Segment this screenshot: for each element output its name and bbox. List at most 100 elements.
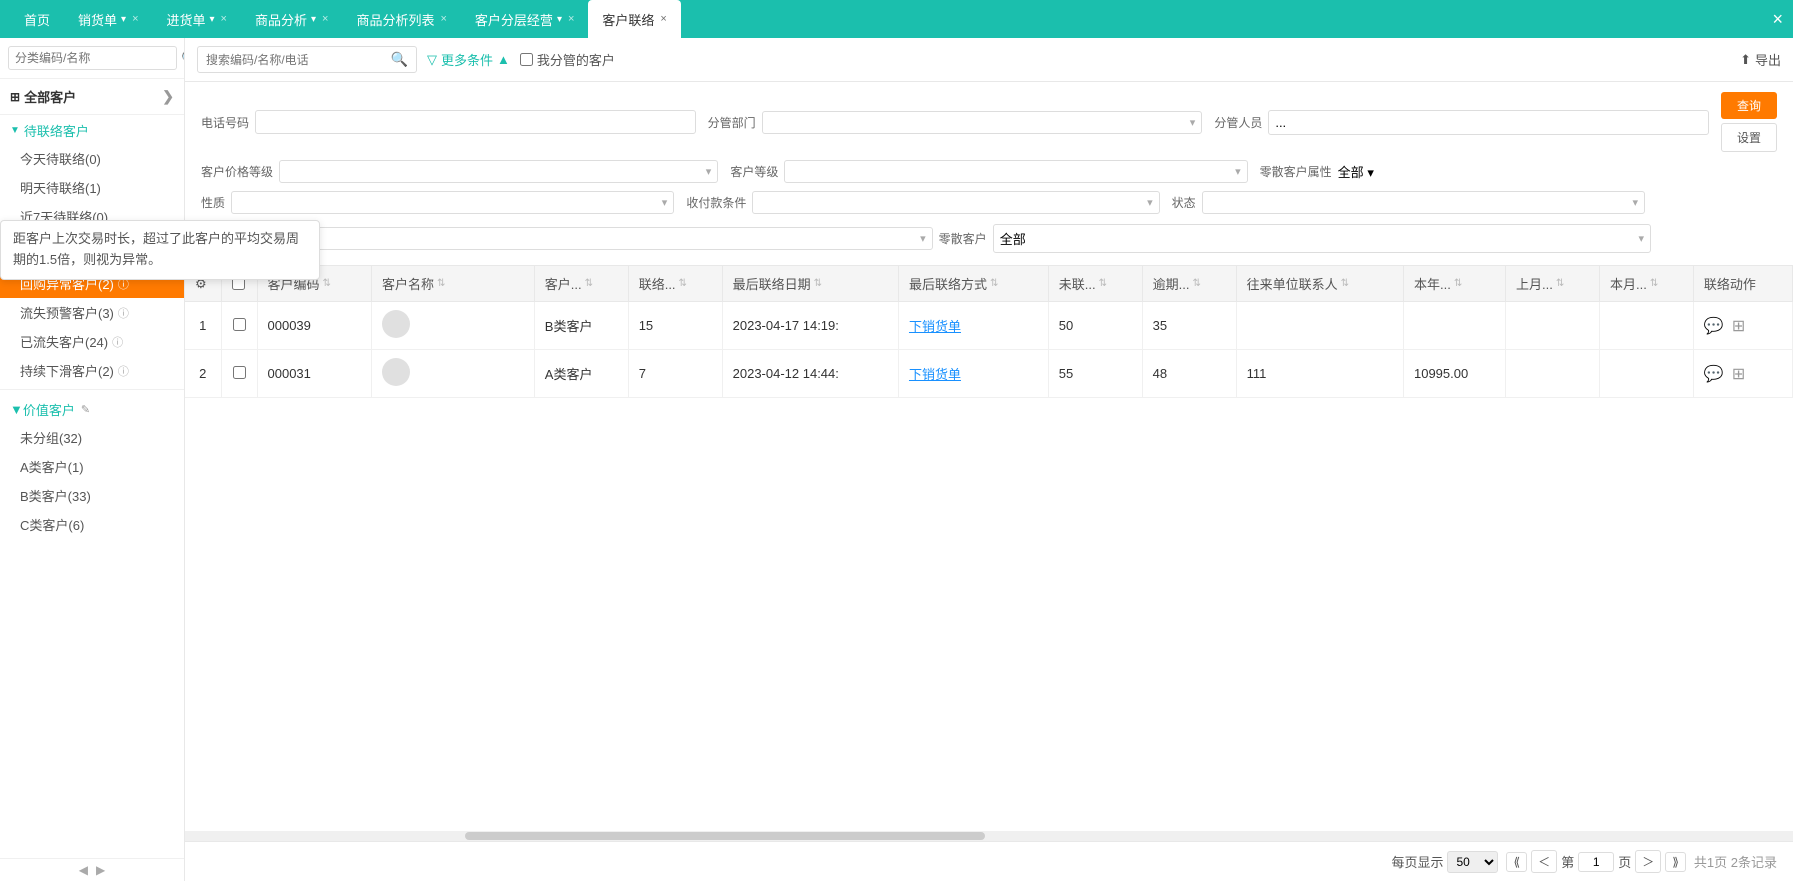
retail-attr-select[interactable]: 全部 ▾ (1338, 162, 1374, 181)
td-no: 2 (185, 350, 221, 398)
nav-close-customer-tier[interactable]: × (568, 13, 574, 25)
sidebar-item-tomorrow-label: 明天待联络(1) (20, 178, 101, 197)
sidebar-item-class-c[interactable]: C类客户(6) (0, 510, 184, 539)
per-page-section: 每页显示 20 50 100 200 (1391, 851, 1498, 873)
more-conditions-button[interactable]: ▽ 更多条件 ▲ (427, 50, 510, 69)
next-page-button[interactable]: ＞ (1635, 850, 1661, 873)
row-checkbox[interactable] (233, 318, 246, 331)
export-button[interactable]: ⬆ 导出 (1740, 50, 1781, 69)
sort-icon-this-month: ⇅ (1650, 278, 1658, 289)
chat-icon[interactable]: 💬 (1704, 364, 1724, 384)
sidebar-item-class-b-label: B类客户(33) (20, 486, 91, 505)
sidebar-item-ungrouped[interactable]: 未分组(32) (0, 423, 184, 452)
td-last-method: 下销货单 (898, 350, 1048, 398)
customer-tier-select[interactable]: ▾ (784, 160, 1247, 183)
phone-input[interactable] (255, 110, 696, 134)
sidebar-item-class-a[interactable]: A类客户(1) (0, 452, 184, 481)
th-name[interactable]: 客户名称 ⇅ (372, 266, 535, 302)
sidebar-item-class-b[interactable]: B类客户(33) (0, 481, 184, 510)
th-this-year[interactable]: 本年... ⇅ (1403, 266, 1505, 302)
payment-select[interactable]: ▾ (752, 191, 1159, 214)
dept-select[interactable]: ▾ (762, 111, 1203, 134)
page-number-input[interactable] (1578, 852, 1614, 872)
collapse-icon[interactable]: ❯ (162, 88, 174, 105)
nav-item-customer-contact[interactable]: 客户联络 × (588, 0, 680, 38)
sidebar-item-today[interactable]: 今天待联络(0) (0, 144, 184, 173)
nav-close-analysis-list[interactable]: × (440, 13, 446, 25)
th-this-month-label: 本月... (1610, 274, 1647, 293)
nature-arrow: ▾ (662, 196, 668, 209)
sidebar-item-loss-warning[interactable]: 流失预警客户(3) ⓘ (0, 298, 184, 327)
export-label: 导出 (1755, 50, 1781, 69)
td-last-method: 下销货单 (898, 302, 1048, 350)
th-last-method[interactable]: 最后联络方式 ⇅ (898, 266, 1048, 302)
sidebar-left-arrow[interactable]: ◀ (79, 863, 88, 877)
scrollbar-thumb[interactable] (465, 832, 985, 840)
nav-item-sales[interactable]: 销货单 ▾ × (64, 0, 152, 38)
last-method-link[interactable]: 下销货单 (909, 367, 961, 382)
nav-item-analysis-list[interactable]: 商品分析列表 × (342, 0, 460, 38)
th-last-month[interactable]: 上月... ⇅ (1506, 266, 1600, 302)
per-page-select[interactable]: 20 50 100 200 (1447, 851, 1498, 873)
customer-tier-label: 客户等级 (730, 163, 778, 180)
prev-page-button[interactable]: ＜ (1531, 850, 1557, 873)
nav-close-customer-contact[interactable]: × (660, 13, 666, 25)
grid-icon: ⊞ (10, 90, 20, 104)
info-icon-declining: ⓘ (118, 363, 129, 379)
nav-item-customer-tier[interactable]: 客户分层经营 ▾ × (461, 0, 588, 38)
th-action: 联络动作 (1693, 266, 1792, 302)
customer-type-select[interactable]: ▾ (274, 227, 932, 250)
nav-item-analysis[interactable]: 商品分析 ▾ × (241, 0, 342, 38)
filter-form: 电话号码 分管部门 ▾ 分管人员 ... (185, 82, 1793, 266)
query-button[interactable]: 查询 (1721, 92, 1777, 119)
horizontal-scrollbar[interactable] (185, 831, 1793, 841)
nav-close-sales[interactable]: × (132, 13, 138, 25)
first-page-button[interactable]: ⟪ (1506, 852, 1527, 872)
status-select[interactable]: ▾ (1202, 191, 1645, 214)
my-customers-checkbox-label[interactable]: 我分管的客户 (520, 50, 615, 69)
nav-label-purchase: 进货单 (167, 10, 206, 29)
settings-button[interactable]: 设置 (1721, 123, 1777, 152)
person-select[interactable]: ... (1268, 110, 1709, 135)
td-name (372, 350, 535, 398)
th-type[interactable]: 客户... ⇅ (534, 266, 628, 302)
nav-label-sales: 销货单 (78, 10, 117, 29)
follow-group-text: 待联络客户 (24, 121, 89, 140)
th-contacts-person[interactable]: 往来单位联系人 ⇅ (1236, 266, 1403, 302)
sidebar-divider2 (0, 389, 184, 390)
sidebar-item-lost[interactable]: 已流失客户(24) ⓘ (0, 327, 184, 356)
nature-select[interactable]: ▾ (231, 191, 674, 214)
nav-item-purchase[interactable]: 进货单 ▾ × (153, 0, 241, 38)
sidebar-right-arrow[interactable]: ▶ (96, 863, 105, 877)
sidebar-item-declining[interactable]: 持续下滑客户(2) ⓘ (0, 356, 184, 385)
follow-group-label[interactable]: ▼ 待联络客户 (0, 115, 184, 144)
all-customers-header[interactable]: ⊞ 全部客户 ❯ (0, 79, 184, 115)
grid-action-icon[interactable]: ⊞ (1732, 364, 1745, 384)
price-tier-select[interactable]: ▾ (279, 160, 718, 183)
sidebar-search-input[interactable] (8, 46, 177, 70)
row-checkbox[interactable] (233, 366, 246, 379)
th-this-month[interactable]: 本月... ⇅ (1599, 266, 1693, 302)
filter-status: 状态 ▾ (1172, 191, 1645, 214)
th-contact-count[interactable]: 联络... ⇅ (628, 266, 722, 302)
th-last-date[interactable]: 最后联络日期 ⇅ (722, 266, 898, 302)
nav-close-purchase[interactable]: × (221, 13, 227, 25)
th-contact-count-label: 联络... (639, 274, 676, 293)
last-method-link[interactable]: 下销货单 (909, 319, 961, 334)
search-input[interactable] (206, 53, 391, 67)
tooltip-box: 距客户上次交易时长，超过了此客户的平均交易周期的1.5倍，则视为异常。 (0, 220, 320, 280)
grid-action-icon[interactable]: ⊞ (1732, 316, 1745, 336)
sidebar-item-loss-warning-label: 流失预警客户(3) (20, 303, 114, 322)
chat-icon[interactable]: 💬 (1704, 316, 1724, 336)
last-page-button[interactable]: ⟫ (1665, 852, 1686, 872)
nav-item-home[interactable]: 首页 (10, 0, 64, 38)
th-uncontacted[interactable]: 未联... ⇅ (1048, 266, 1142, 302)
value-group-label[interactable]: ▼ 价值客户 ✎ (0, 394, 184, 423)
my-customers-checkbox[interactable] (520, 53, 533, 66)
edit-icon[interactable]: ✎ (81, 403, 90, 416)
window-close-button[interactable]: × (1772, 9, 1783, 30)
nav-close-analysis[interactable]: × (322, 13, 328, 25)
sidebar-item-tomorrow[interactable]: 明天待联络(1) (0, 173, 184, 202)
th-overdue[interactable]: 逾期... ⇅ (1142, 266, 1236, 302)
retail-customer-select[interactable]: 全部 ▾ (993, 224, 1651, 253)
